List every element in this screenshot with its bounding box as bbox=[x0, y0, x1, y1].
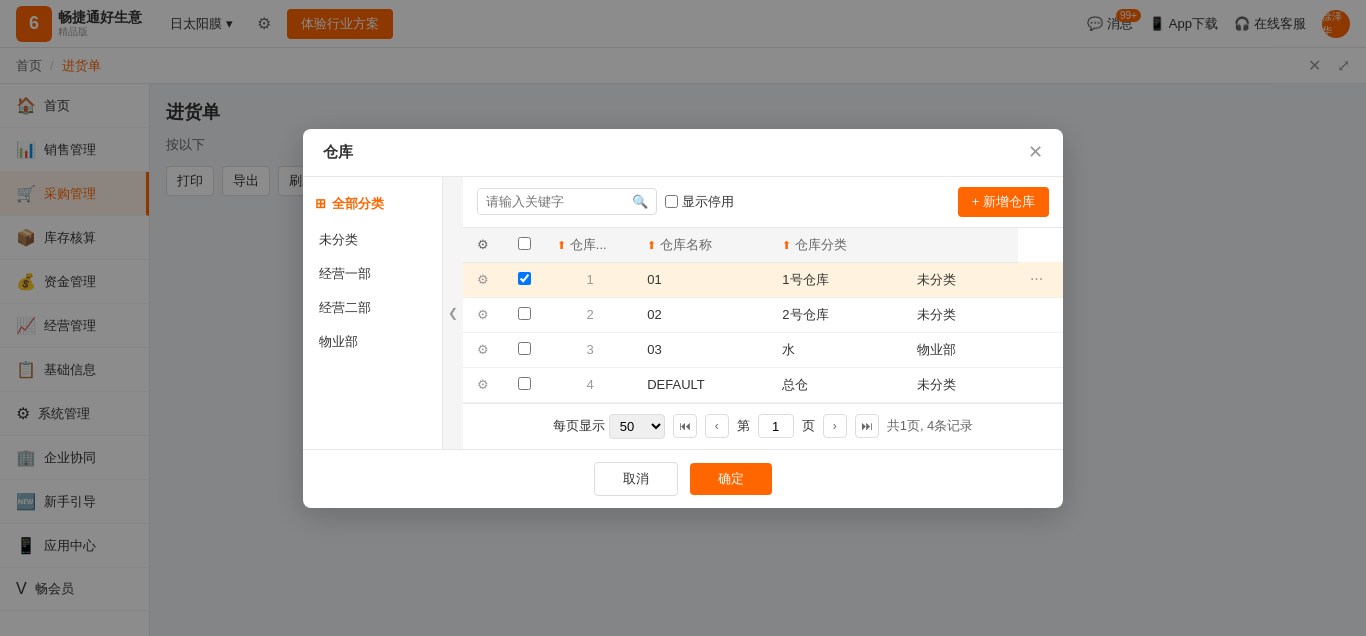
search-input[interactable] bbox=[478, 189, 624, 214]
dialog-sidebar-property[interactable]: 物业部 bbox=[303, 325, 442, 359]
warehouse-dialog: 仓库 ✕ ⊞ 全部分类 未分类 经营一部 经营二部 物业部 ❮ bbox=[303, 129, 1063, 508]
page-prev-btn[interactable]: ‹ bbox=[705, 414, 729, 438]
row-code: DEFAULT bbox=[635, 367, 770, 402]
row-name: 水 bbox=[770, 332, 905, 367]
row-category: 未分类 bbox=[905, 297, 1018, 332]
gear-icon: ⚙ bbox=[477, 237, 489, 252]
show-disabled-label[interactable]: 显示停用 bbox=[665, 193, 734, 211]
row-checkbox-cell bbox=[504, 367, 546, 402]
sidebar-collapse-btn[interactable]: ❮ bbox=[443, 177, 463, 449]
dialog-sidebar-ops2[interactable]: 经营二部 bbox=[303, 291, 442, 325]
dialog-close-btn[interactable]: ✕ bbox=[1028, 143, 1043, 161]
row-checkbox[interactable] bbox=[518, 377, 531, 390]
dialog-overlay: 仓库 ✕ ⊞ 全部分类 未分类 经营一部 经营二部 物业部 ❮ bbox=[0, 0, 1366, 636]
show-disabled-checkbox[interactable] bbox=[665, 195, 678, 208]
dialog-title: 仓库 bbox=[323, 143, 353, 162]
dialog-sidebar: ⊞ 全部分类 未分类 经营一部 经营二部 物业部 bbox=[303, 177, 443, 449]
page-summary: 共1页, 4条记录 bbox=[887, 417, 974, 435]
add-warehouse-btn[interactable]: + 新增仓库 bbox=[958, 187, 1049, 217]
dialog-footer: 取消 确定 bbox=[303, 449, 1063, 508]
dialog-toolbar: 🔍 显示停用 + 新增仓库 bbox=[463, 177, 1063, 228]
row-name: 2号仓库 bbox=[770, 297, 905, 332]
row-index: 4 bbox=[545, 367, 635, 402]
row-index: 3 bbox=[545, 332, 635, 367]
col-gear-header: ⚙ bbox=[463, 228, 504, 263]
col-code-header[interactable]: ⬆ 仓库... bbox=[545, 228, 635, 263]
grid-icon: ⊞ bbox=[315, 196, 326, 211]
search-icon[interactable]: 🔍 bbox=[624, 189, 656, 214]
search-box: 🔍 bbox=[477, 188, 657, 215]
page-last-btn[interactable]: ⏭ bbox=[855, 414, 879, 438]
row-checkbox-cell bbox=[504, 297, 546, 332]
col-actions-header bbox=[905, 228, 1018, 263]
row-gear: ⚙ bbox=[463, 262, 504, 297]
dialog-sidebar-header[interactable]: ⊞ 全部分类 bbox=[303, 189, 442, 223]
row-name: 1号仓库 bbox=[770, 262, 905, 297]
row-gear: ⚙ bbox=[463, 297, 504, 332]
table-row[interactable]: ⚙ 3 03 水 物业部 bbox=[463, 332, 1063, 367]
table-row[interactable]: ⚙ 1 01 1号仓库 未分类 ··· bbox=[463, 262, 1063, 297]
row-actions bbox=[1018, 297, 1063, 332]
col-name-header[interactable]: ⬆ 仓库名称 bbox=[635, 228, 770, 263]
row-gear: ⚙ bbox=[463, 332, 504, 367]
row-checkbox[interactable] bbox=[518, 342, 531, 355]
dialog-header: 仓库 ✕ bbox=[303, 129, 1063, 177]
row-category: 物业部 bbox=[905, 332, 1018, 367]
row-gear: ⚙ bbox=[463, 367, 504, 402]
more-btn[interactable]: ··· bbox=[1030, 270, 1043, 287]
row-actions bbox=[1018, 367, 1063, 402]
row-category: 未分类 bbox=[905, 367, 1018, 402]
row-category: 未分类 bbox=[905, 262, 1018, 297]
row-name: 总仓 bbox=[770, 367, 905, 402]
row-actions bbox=[1018, 332, 1063, 367]
dialog-sidebar-ops1[interactable]: 经营一部 bbox=[303, 257, 442, 291]
dialog-sidebar-unclassified[interactable]: 未分类 bbox=[303, 223, 442, 257]
page-size-dropdown[interactable]: 50 100 200 bbox=[609, 414, 665, 439]
table-row[interactable]: ⚙ 2 02 2号仓库 未分类 bbox=[463, 297, 1063, 332]
row-checkbox[interactable] bbox=[518, 272, 531, 285]
dialog-main: 🔍 显示停用 + 新增仓库 ⚙ bbox=[463, 177, 1063, 449]
page-size-select: 每页显示 50 100 200 bbox=[553, 414, 665, 439]
row-code: 01 bbox=[635, 262, 770, 297]
row-checkbox-cell bbox=[504, 262, 546, 297]
row-index: 2 bbox=[545, 297, 635, 332]
dialog-body: ⊞ 全部分类 未分类 经营一部 经营二部 物业部 ❮ 🔍 bbox=[303, 177, 1063, 449]
col-category-header[interactable]: ⬆ 仓库分类 bbox=[770, 228, 905, 263]
warehouse-table: ⚙ ⬆ 仓库... ⬆ bbox=[463, 228, 1063, 403]
confirm-button[interactable]: 确定 bbox=[690, 463, 772, 495]
row-index: 1 bbox=[545, 262, 635, 297]
col-check-header bbox=[504, 228, 546, 263]
row-actions: ··· bbox=[1018, 262, 1063, 297]
row-checkbox[interactable] bbox=[518, 307, 531, 320]
warehouse-table-wrap: ⚙ ⬆ 仓库... ⬆ bbox=[463, 228, 1063, 403]
select-all-checkbox[interactable] bbox=[518, 237, 531, 250]
page-next-btn[interactable]: › bbox=[823, 414, 847, 438]
page-first-btn[interactable]: ⏮ bbox=[673, 414, 697, 438]
row-checkbox-cell bbox=[504, 332, 546, 367]
cancel-button[interactable]: 取消 bbox=[594, 462, 678, 496]
row-code: 02 bbox=[635, 297, 770, 332]
row-code: 03 bbox=[635, 332, 770, 367]
dialog-pagination: 每页显示 50 100 200 ⏮ ‹ 第 页 › ⏭ 共1页, 4条记录 bbox=[463, 403, 1063, 449]
table-row[interactable]: ⚙ 4 DEFAULT 总仓 未分类 bbox=[463, 367, 1063, 402]
page-input[interactable] bbox=[758, 414, 794, 438]
